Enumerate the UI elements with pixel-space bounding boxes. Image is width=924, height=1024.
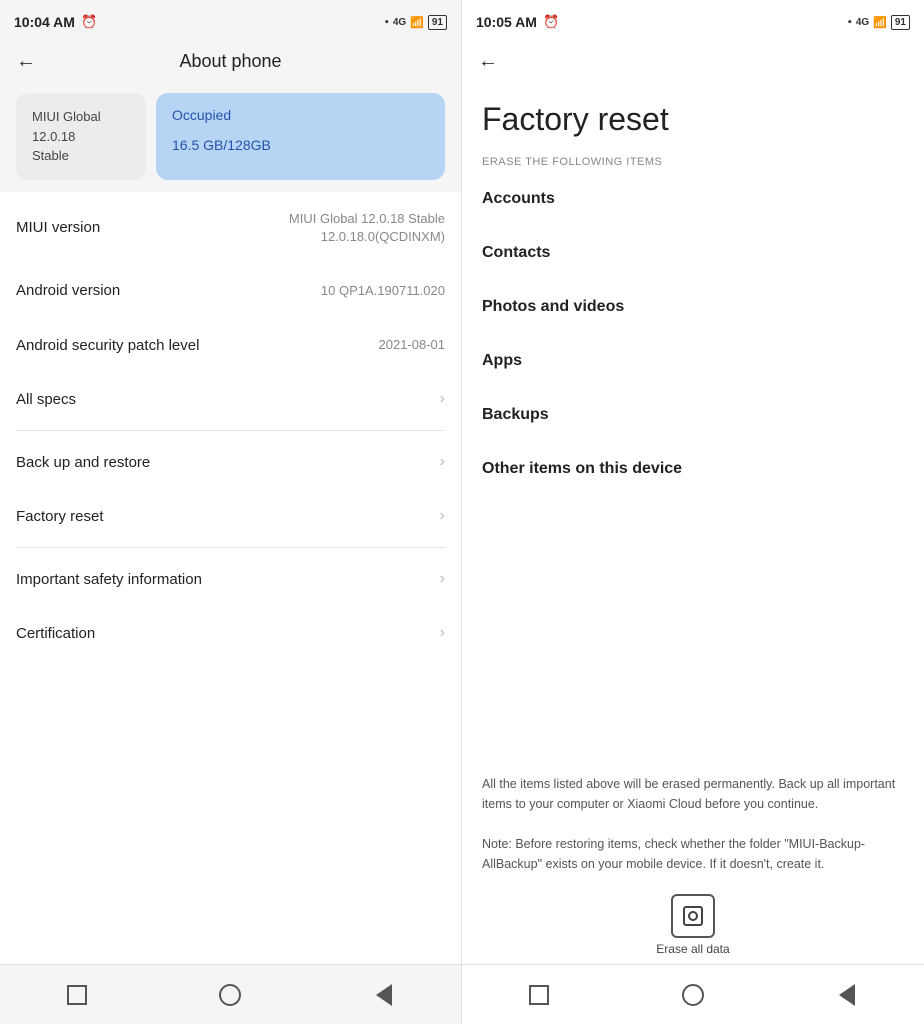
notice-block-1: All the items listed above will be erase… <box>462 762 924 822</box>
miui-line3: Stable <box>32 146 130 166</box>
erase-section-label: ERASE THE FOLLOWING ITEMS <box>462 148 924 172</box>
erase-photos-videos: Photos and videos <box>462 280 924 334</box>
square-icon <box>67 985 87 1005</box>
miui-line1: MIUI Global <box>32 107 130 127</box>
erase-items-list: Accounts Contacts Photos and videos Apps… <box>462 172 924 762</box>
left-panel: 10:04 AM ⏰ ▪ 4G 📶 91 ← About phone MIUI … <box>0 0 462 1024</box>
erase-contacts: Contacts <box>462 226 924 280</box>
factory-reset-label: Factory reset <box>16 508 104 525</box>
erase-all-label: Erase all data <box>656 942 729 956</box>
left-bars-icon: 📶 <box>410 16 424 29</box>
right-bottom-nav <box>462 964 924 1024</box>
right-panel: 10:05 AM ⏰ ▪ 4G 📶 91 ← Factory reset ERA… <box>462 0 924 1024</box>
android-version-value: 10 QP1A.190711.020 <box>321 282 445 300</box>
erase-all-icon <box>671 894 715 938</box>
left-signal-icon: ▪ <box>385 16 389 28</box>
factory-reset-title: Factory reset <box>462 83 924 148</box>
left-alarm-icon: ⏰ <box>81 14 97 30</box>
erase-apps: Apps <box>462 334 924 388</box>
left-status-bar: 10:04 AM ⏰ ▪ 4G 📶 91 <box>0 0 461 40</box>
right-4g-label: 4G <box>856 17 869 28</box>
left-back-button[interactable]: ← <box>16 50 36 73</box>
divider-2 <box>16 547 445 548</box>
android-version-item: Android version 10 QP1A.190711.020 <box>0 264 461 318</box>
security-patch-label: Android security patch level <box>16 337 199 354</box>
backup-restore-label: Back up and restore <box>16 454 150 471</box>
erase-accounts: Accounts <box>462 172 924 226</box>
all-specs-label: All specs <box>16 391 76 408</box>
right-triangle-icon <box>839 984 855 1006</box>
factory-reset-chevron: › <box>440 507 445 525</box>
left-battery: 91 <box>428 15 447 30</box>
left-page-title: About phone <box>52 51 409 72</box>
miui-version-card: MIUI Global 12.0.18 Stable <box>16 93 146 180</box>
right-square-icon <box>529 985 549 1005</box>
info-cards: MIUI Global 12.0.18 Stable Occupied 16.5… <box>0 83 461 192</box>
miui-version-value: MIUI Global 12.0.18 Stable12.0.18.0(QCDI… <box>289 210 445 246</box>
right-nav-back[interactable] <box>829 977 865 1013</box>
erase-all-button[interactable]: Erase all data <box>462 882 924 964</box>
security-patch-item: Android security patch level 2021-08-01 <box>0 318 461 372</box>
left-nav-home[interactable] <box>212 977 248 1013</box>
safety-info-item[interactable]: Important safety information › <box>0 552 461 606</box>
storage-value: 16.5 GB/128GB <box>172 127 429 156</box>
circle-icon <box>219 984 241 1006</box>
storage-card: Occupied 16.5 GB/128GB <box>156 93 445 180</box>
android-version-label: Android version <box>16 282 120 299</box>
certification-item[interactable]: Certification › <box>0 606 461 660</box>
all-specs-chevron: › <box>440 390 445 408</box>
right-signal-icon: ▪ <box>848 16 852 28</box>
right-circle-icon <box>682 984 704 1006</box>
certification-label: Certification <box>16 625 95 642</box>
left-time: 10:04 AM <box>14 14 75 30</box>
security-patch-value: 2021-08-01 <box>379 336 446 354</box>
divider-1 <box>16 430 445 431</box>
safety-info-label: Important safety information <box>16 571 202 588</box>
right-nav-home[interactable] <box>675 977 711 1013</box>
right-toolbar: ← <box>462 40 924 83</box>
miui-line2: 12.0.18 <box>32 127 130 147</box>
left-toolbar: ← About phone <box>0 40 461 83</box>
safety-info-chevron: › <box>440 570 445 588</box>
all-specs-item[interactable]: All specs › <box>0 372 461 426</box>
right-nav-square[interactable] <box>521 977 557 1013</box>
triangle-icon <box>376 984 392 1006</box>
right-bars-icon: 📶 <box>873 16 887 29</box>
miui-version-item: MIUI version MIUI Global 12.0.18 Stable1… <box>0 192 461 264</box>
right-status-bar: 10:05 AM ⏰ ▪ 4G 📶 91 <box>462 0 924 40</box>
settings-list: MIUI version MIUI Global 12.0.18 Stable1… <box>0 192 461 965</box>
factory-reset-item[interactable]: Factory reset › <box>0 489 461 543</box>
left-bottom-nav <box>0 964 461 1024</box>
right-status-icons: ▪ 4G 📶 91 <box>848 15 910 30</box>
right-back-button[interactable]: ← <box>478 50 498 73</box>
backup-restore-chevron: › <box>440 453 445 471</box>
backup-restore-item[interactable]: Back up and restore › <box>0 435 461 489</box>
notice-block-2: Note: Before restoring items, check whet… <box>462 822 924 882</box>
right-time: 10:05 AM <box>476 14 537 30</box>
left-nav-square[interactable] <box>59 977 95 1013</box>
certification-chevron: › <box>440 624 445 642</box>
erase-backups: Backups <box>462 388 924 442</box>
right-battery: 91 <box>891 15 910 30</box>
left-nav-back[interactable] <box>366 977 402 1013</box>
erase-other-items: Other items on this device <box>462 442 924 496</box>
left-status-icons: ▪ 4G 📶 91 <box>385 15 447 30</box>
miui-version-label: MIUI version <box>16 219 100 236</box>
right-alarm-icon: ⏰ <box>543 14 559 30</box>
left-4g-label: 4G <box>393 17 406 28</box>
storage-label: Occupied <box>172 107 429 123</box>
